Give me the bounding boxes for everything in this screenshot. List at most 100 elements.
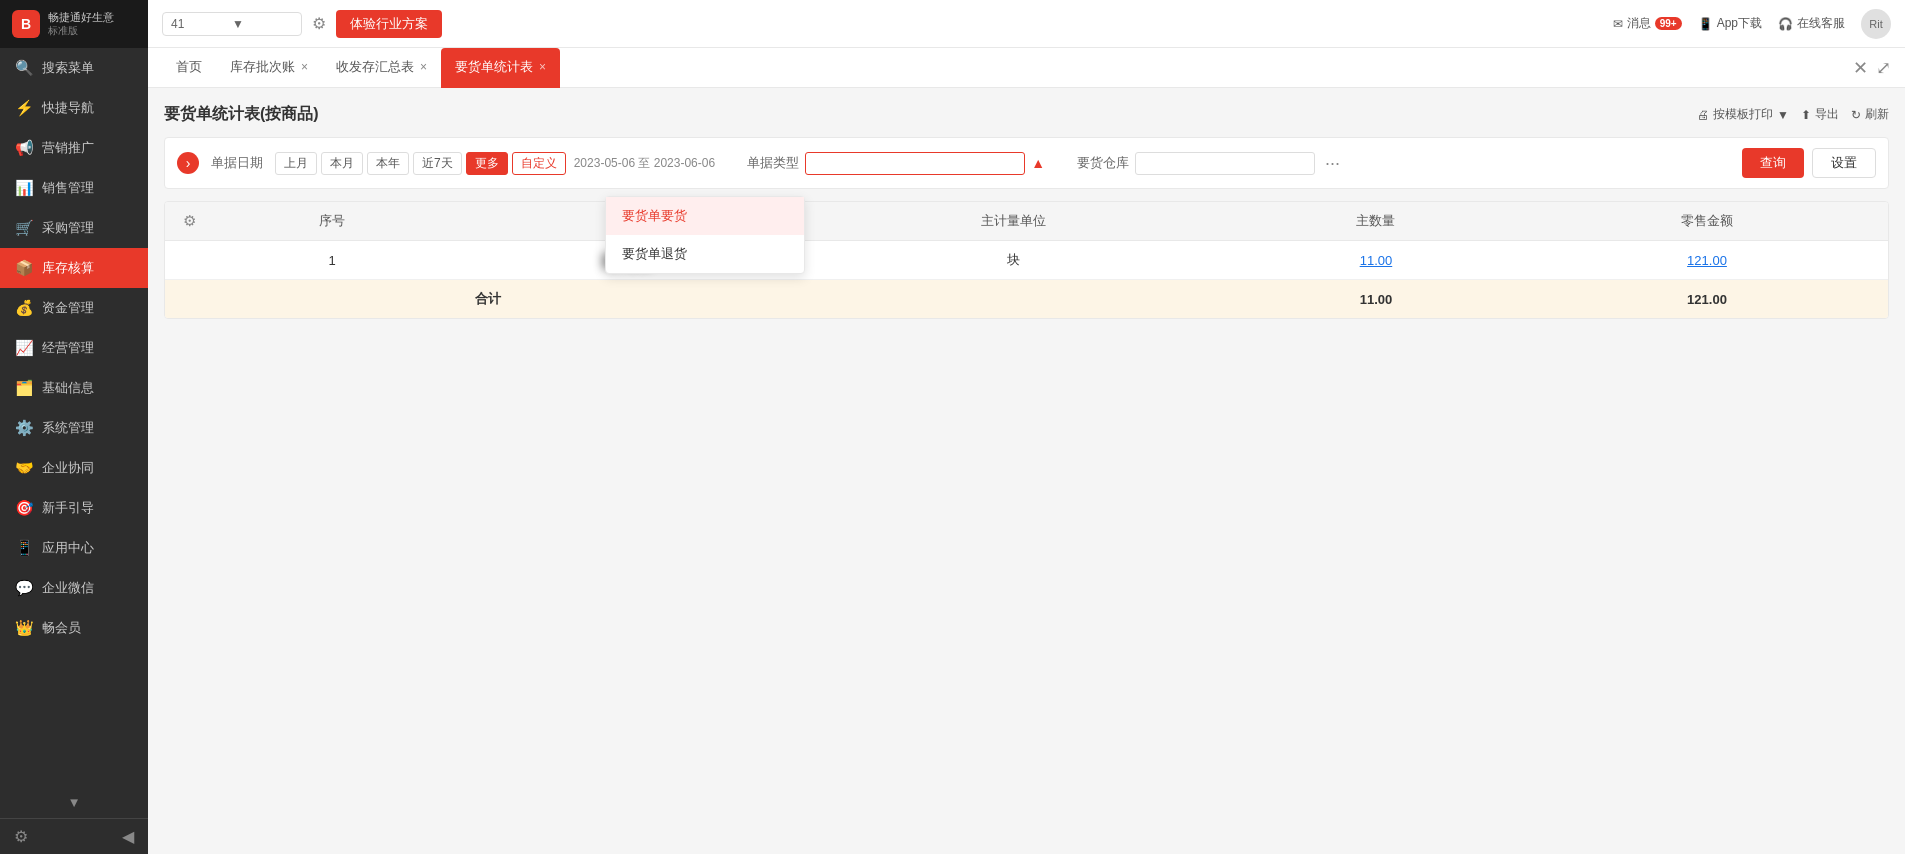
query-btn[interactable]: 查询 xyxy=(1742,148,1804,178)
warehouse-input[interactable] xyxy=(1135,152,1315,175)
tab-inventory-batch[interactable]: 库存批次账 × xyxy=(216,48,322,88)
sidebar-item-label-quick-nav: 快捷导航 xyxy=(42,99,94,117)
collapse-icon[interactable]: ◀ xyxy=(122,827,134,846)
row-quantity[interactable]: 11.00 xyxy=(1226,241,1526,280)
table-header-row: ⚙ 序号 商品 主计量单位 主数量 零售金额 xyxy=(165,202,1888,241)
app-center-icon: 📱 xyxy=(14,538,34,558)
print-icon: 🖨 xyxy=(1697,108,1709,122)
footer-amount: 121.00 xyxy=(1526,280,1888,319)
export-btn[interactable]: ⬆ 导出 xyxy=(1801,106,1839,123)
messages-btn[interactable]: ✉ 消息 99+ xyxy=(1613,15,1682,32)
sidebar: B 畅捷通好生意 标准版 🔍搜索菜单⚡快捷导航📢营销推广📊销售管理 🛒 采购管理 📦库… xyxy=(0,0,148,854)
date-7days[interactable]: 近7天 xyxy=(413,152,462,175)
sidebar-item-label-operations: 经营管理 xyxy=(42,339,94,357)
sidebar-item-marketing[interactable]: 📢营销推广 xyxy=(0,128,148,168)
date-this-month[interactable]: 本月 xyxy=(321,152,363,175)
filter-bar: › 单据日期 上月 本月 本年 近7天 更多 自定义 2023-05-06 至 … xyxy=(164,137,1889,189)
expand-tabs-btn[interactable]: ⤢ xyxy=(1876,57,1891,79)
print-arrow: ▼ xyxy=(1777,108,1789,122)
settings-icon[interactable]: ⚙ xyxy=(14,827,28,846)
page-header: 要货单统计表(按商品) 🖨 按模板打印 ▼ ⬆ 导出 ↻ 刷新 xyxy=(164,104,1889,125)
support-label: 在线客服 xyxy=(1797,15,1845,32)
messages-label: 消息 xyxy=(1627,15,1651,32)
sidebar-item-label-inventory: 库存核算 xyxy=(42,259,94,277)
type-input[interactable] xyxy=(805,152,1025,175)
type-dropdown: 要货单要货 要货单退货 xyxy=(605,196,805,274)
filter-more-btn[interactable]: ··· xyxy=(1325,153,1340,174)
tab-stock-summary[interactable]: 收发存汇总表 × xyxy=(322,48,441,88)
dropdown-option-order-single[interactable]: 要货单要货 xyxy=(606,197,804,235)
system-icon: ⚙️ xyxy=(14,418,34,438)
sidebar-item-label-search: 搜索菜单 xyxy=(42,59,94,77)
sidebar-scroll-down[interactable]: ▼ xyxy=(63,791,84,814)
avatar[interactable]: Rit xyxy=(1861,9,1891,39)
sidebar-item-label-member: 畅会员 xyxy=(42,619,81,637)
sidebar-item-label-system: 系统管理 xyxy=(42,419,94,437)
sidebar-item-system[interactable]: ⚙️ 系统管理 xyxy=(0,408,148,448)
support-btn[interactable]: 🎧 在线客服 xyxy=(1778,15,1845,32)
date-prev-month[interactable]: 上月 xyxy=(275,152,317,175)
sidebar-item-operations[interactable]: 📈 经营管理 xyxy=(0,328,148,368)
dropdown-option-order-return[interactable]: 要货单退货 xyxy=(606,235,804,273)
row-num: 1 xyxy=(213,241,451,280)
footer-unit xyxy=(802,280,1226,319)
refresh-label: 刷新 xyxy=(1865,106,1889,123)
tab-stock-summary-close[interactable]: × xyxy=(420,60,427,74)
type-dropdown-arrow[interactable]: ▲ xyxy=(1031,155,1045,171)
finance-icon: 💰 xyxy=(14,298,34,318)
table-footer-row: 合计 11.00 121.00 xyxy=(165,280,1888,319)
col-settings[interactable]: ⚙ xyxy=(165,202,213,241)
sidebar-item-member[interactable]: 👑畅会员 xyxy=(0,608,148,648)
type-label: 单据类型 xyxy=(747,154,799,172)
sidebar-item-sales[interactable]: 📊销售管理 xyxy=(0,168,148,208)
sidebar-item-label-app-center: 应用中心 xyxy=(42,539,94,557)
logo-icon: B xyxy=(12,10,40,38)
sidebar-bottom: ⚙ ◀ xyxy=(0,818,148,854)
refresh-btn[interactable]: ↻ 刷新 xyxy=(1851,106,1889,123)
date-this-year[interactable]: 本年 xyxy=(367,152,409,175)
app-logo: B 畅捷通好生意 标准版 xyxy=(0,0,148,48)
date-more[interactable]: 更多 xyxy=(466,152,508,175)
sidebar-item-basic-info[interactable]: 🗂️ 基础信息 xyxy=(0,368,148,408)
sidebar-item-label-purchase: 采购管理 xyxy=(42,219,94,237)
date-label: 单据日期 xyxy=(211,154,263,172)
sidebar-item-wechat[interactable]: 💬企业微信 xyxy=(0,568,148,608)
sidebar-item-label-wechat: 企业微信 xyxy=(42,579,94,597)
sidebar-item-quick-nav[interactable]: ⚡快捷导航 xyxy=(0,88,148,128)
refresh-icon: ↻ xyxy=(1851,108,1861,122)
date-custom[interactable]: 自定义 xyxy=(512,152,566,175)
sidebar-item-label-basic-info: 基础信息 xyxy=(42,379,94,397)
close-all-tabs-btn[interactable]: ✕ xyxy=(1853,57,1868,79)
app-sub: 标准版 xyxy=(48,24,114,38)
sidebar-item-search[interactable]: 🔍搜索菜单 xyxy=(0,48,148,88)
sidebar-item-app-center[interactable]: 📱 应用中心 xyxy=(0,528,148,568)
operations-icon: 📈 xyxy=(14,338,34,358)
tab-home[interactable]: 首页 xyxy=(162,48,216,88)
tab-order-stats[interactable]: 要货单统计表 × xyxy=(441,48,560,88)
marketing-icon: 📢 xyxy=(14,138,34,158)
filter-settings-btn[interactable]: 设置 xyxy=(1812,148,1876,178)
col-settings-icon[interactable]: ⚙ xyxy=(183,212,196,229)
sidebar-item-inventory[interactable]: 📦库存核算 xyxy=(0,248,148,288)
purchase-icon: 🛒 xyxy=(14,218,34,238)
message-icon: ✉ xyxy=(1613,17,1623,31)
print-btn[interactable]: 🖨 按模板打印 ▼ xyxy=(1697,106,1789,123)
page-actions: 🖨 按模板打印 ▼ ⬆ 导出 ↻ 刷新 xyxy=(1697,106,1889,123)
app-download-btn[interactable]: 📱 App下载 xyxy=(1698,15,1762,32)
topbar-gear-icon[interactable]: ⚙ xyxy=(312,14,326,33)
date-group: 上月 本月 本年 近7天 更多 自定义 2023-05-06 至 2023-06… xyxy=(275,152,715,175)
sidebar-item-label-guide: 新手引导 xyxy=(42,499,94,517)
row-amount[interactable]: 121.00 xyxy=(1526,241,1888,280)
sidebar-item-finance[interactable]: 💰资金管理 xyxy=(0,288,148,328)
filter-expand-btn[interactable]: › xyxy=(177,152,199,174)
sidebar-item-enterprise[interactable]: 🤝企业协同 xyxy=(0,448,148,488)
sidebar-item-purchase[interactable]: 🛒 采购管理 xyxy=(0,208,148,248)
tab-order-stats-close[interactable]: × xyxy=(539,60,546,74)
promo-button[interactable]: 体验行业方案 xyxy=(336,10,442,38)
sidebar-item-guide[interactable]: 🎯新手引导 xyxy=(0,488,148,528)
main-area: 41 ▼ ⚙ 体验行业方案 ✉ 消息 99+ 📱 App下载 🎧 在线客服 Ri… xyxy=(148,0,1905,854)
tab-inventory-batch-close[interactable]: × xyxy=(301,60,308,74)
app-download-icon: 📱 xyxy=(1698,17,1713,31)
basic-info-icon: 🗂️ xyxy=(14,378,34,398)
org-selector[interactable]: 41 ▼ xyxy=(162,12,302,36)
